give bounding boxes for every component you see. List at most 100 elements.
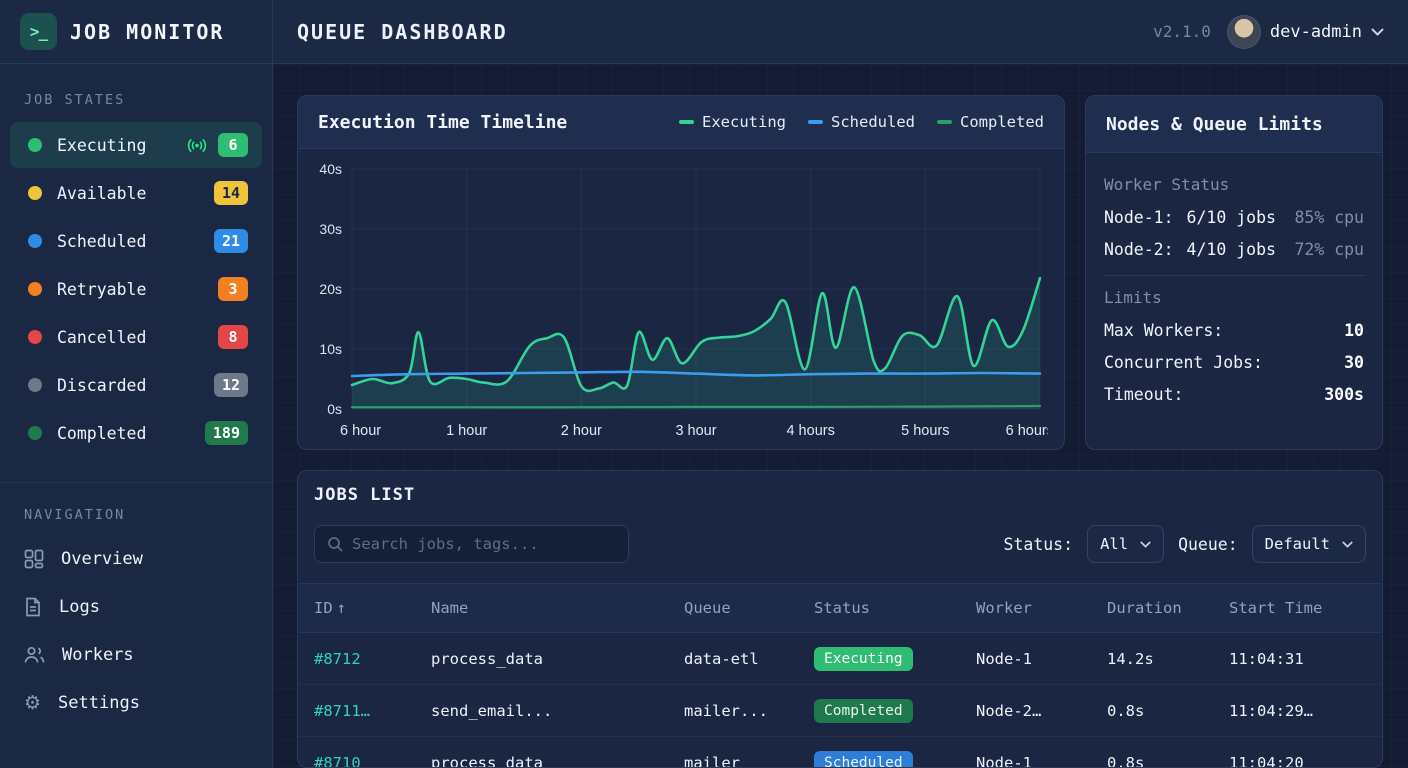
svg-text:6 hours: 6 hours: [1006, 423, 1048, 439]
count-badge: 14: [213, 181, 248, 205]
status-filter-select[interactable]: All: [1087, 525, 1165, 563]
state-label: Scheduled: [57, 231, 147, 251]
svg-text:6 hour: 6 hour: [340, 423, 381, 439]
timeline-chart: 0s 10s 20s 30s 40s 6 hour 1 hour 2 hour 3 hour 4 …: [319, 161, 1054, 439]
scheduled-dot-icon: [28, 234, 42, 248]
app-title: JOB MONITOR: [70, 19, 225, 44]
node-cpu: 85% cpu: [1294, 208, 1364, 227]
limit-label: Max Workers:: [1104, 321, 1224, 340]
job-id-link[interactable]: #8710: [314, 754, 431, 768]
sidebar-item-available[interactable]: Available 14: [10, 170, 262, 216]
queue-filter-select[interactable]: Default: [1251, 525, 1366, 563]
sidebar-item-executing[interactable]: Executing 6: [10, 122, 262, 168]
legend-label: Executing: [702, 113, 786, 131]
state-label: Executing: [57, 135, 147, 155]
chart-legend: Executing Scheduled Completed: [679, 113, 1044, 131]
job-start-time: 11:04:29…: [1229, 701, 1313, 720]
sidebar-item-workers[interactable]: Workers: [0, 631, 272, 679]
cancelled-dot-icon: [28, 330, 42, 344]
sidebar-item-logs[interactable]: Logs: [0, 583, 272, 631]
table-row[interactable]: #8710 process_data mailer Scheduled Node…: [298, 737, 1382, 768]
count-badge: 189: [204, 421, 248, 445]
node-status-row: Node-1: 6/10 jobs 85% cpu: [1104, 208, 1364, 227]
sidebar-item-discarded[interactable]: Discarded 12: [10, 362, 262, 408]
limit-label: Timeout:: [1104, 385, 1184, 404]
svg-text:0s: 0s: [327, 401, 342, 417]
jobs-list-title: JOBS LIST: [314, 485, 416, 505]
svg-text:5 hours: 5 hours: [901, 423, 949, 439]
sort-arrow-icon: ↑: [336, 599, 347, 617]
queue-filter-label: Queue:: [1178, 534, 1238, 554]
column-name[interactable]: Name: [431, 599, 684, 617]
limit-value: 30: [1344, 353, 1364, 372]
column-worker[interactable]: Worker: [976, 599, 1107, 617]
app-brand: >_ JOB MONITOR: [0, 0, 273, 63]
sidebar-item-cancelled[interactable]: Cancelled 8: [10, 314, 262, 360]
search-input[interactable]: [352, 535, 616, 553]
legend-item-scheduled: Scheduled: [808, 113, 915, 131]
node-jobs: 6/10 jobs: [1186, 208, 1276, 227]
navigation-header: NAVIGATION: [24, 507, 126, 523]
job-worker: Node-2…: [976, 701, 1042, 720]
limit-value: 10: [1344, 321, 1364, 340]
completed-dot-icon: [28, 426, 42, 440]
job-duration: 14.2s: [1107, 649, 1154, 668]
state-label: Completed: [57, 423, 147, 443]
node-label: Node-2:: [1104, 240, 1174, 259]
timeline-card: Execution Time Timeline Executing Schedu…: [297, 95, 1065, 450]
select-value: All: [1100, 535, 1129, 553]
sidebar-item-overview[interactable]: Overview: [0, 535, 272, 583]
limits-card-title: Nodes & Queue Limits: [1106, 113, 1323, 135]
users-icon: [24, 646, 45, 663]
count-badge: 6: [218, 133, 248, 157]
job-duration: 0.8s: [1107, 701, 1145, 720]
job-id-link[interactable]: #8711…: [314, 702, 431, 720]
terminal-icon: >_: [20, 13, 57, 50]
limit-label: Concurrent Jobs:: [1104, 353, 1263, 372]
node-label: Node-1:: [1104, 208, 1174, 227]
status-filter-label: Status:: [1003, 534, 1074, 554]
sidebar-item-settings[interactable]: ⚙ Settings: [0, 679, 272, 727]
node-cpu: 72% cpu: [1294, 240, 1364, 259]
svg-text:40s: 40s: [319, 161, 342, 177]
table-row[interactable]: #8712 process_data data-etl Executing No…: [298, 633, 1382, 685]
legend-swatch: [937, 120, 952, 124]
count-badge: 3: [218, 277, 248, 301]
node-jobs: 4/10 jobs: [1186, 240, 1276, 259]
limits-header: Limits: [1104, 288, 1162, 307]
live-broadcast-icon: [186, 138, 208, 153]
job-worker: Node-1: [976, 753, 1032, 768]
divider: [1104, 275, 1364, 276]
sidebar-item-retryable[interactable]: Retryable 3: [10, 266, 262, 312]
column-start-time[interactable]: Start Time: [1229, 599, 1366, 617]
status-badge: Completed: [814, 698, 913, 723]
column-queue[interactable]: Queue: [684, 599, 814, 617]
legend-swatch: [679, 120, 694, 124]
chevron-down-icon: [1342, 541, 1353, 547]
job-id-link[interactable]: #8712: [314, 650, 431, 668]
nav-label: Workers: [62, 645, 134, 665]
svg-text:30s: 30s: [319, 221, 342, 237]
legend-item-executing: Executing: [679, 113, 786, 131]
user-menu[interactable]: dev-admin: [1226, 14, 1384, 49]
legend-swatch: [808, 120, 823, 124]
gear-icon: ⚙: [24, 691, 42, 714]
count-badge: 8: [218, 325, 248, 349]
column-status[interactable]: Status: [814, 599, 976, 617]
avatar[interactable]: [1226, 14, 1261, 49]
limit-value: 300s: [1324, 385, 1364, 404]
sidebar-item-scheduled[interactable]: Scheduled 21: [10, 218, 262, 264]
node-status-row: Node-2: 4/10 jobs 72% cpu: [1104, 240, 1364, 259]
chevron-down-icon: [1371, 28, 1384, 35]
limit-row: Max Workers: 10: [1104, 321, 1364, 340]
sidebar-item-completed[interactable]: Completed 189: [10, 410, 262, 456]
search-icon: [328, 537, 343, 552]
legend-item-completed: Completed: [937, 113, 1044, 131]
column-duration[interactable]: Duration: [1107, 599, 1229, 617]
job-queue: data-etl: [684, 649, 759, 668]
table-row[interactable]: #8711… send_email... mailer... Completed…: [298, 685, 1382, 737]
search-box[interactable]: [314, 525, 629, 563]
svg-text:4 hours: 4 hours: [786, 423, 834, 439]
jobs-table: ID ↑ Name Queue Status Worker Duration St…: [298, 583, 1382, 767]
column-id[interactable]: ID ↑: [314, 599, 431, 617]
